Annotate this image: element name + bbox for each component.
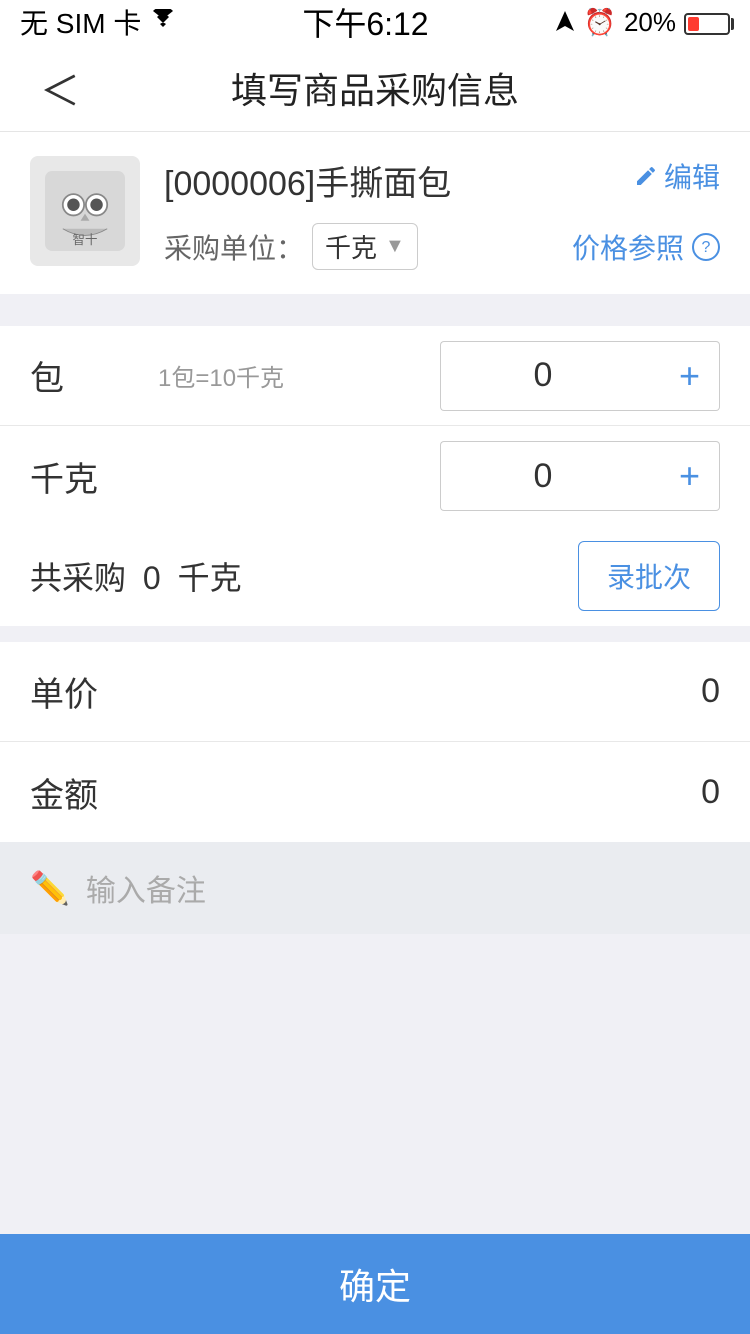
svg-text:智十: 智十	[73, 232, 98, 247]
unit-price-row: 单价 0	[0, 642, 750, 742]
product-name: [0000006]手撕面包	[164, 156, 451, 205]
battery-icon	[684, 7, 730, 38]
nav-bar: ＜ 填写商品采购信息	[0, 44, 750, 132]
product-info: [0000006]手撕面包 编辑 采购单位： 千克 ▼ 价格参照 ?	[164, 156, 720, 270]
remark-placeholder: 输入备注	[86, 866, 206, 910]
amount-value: 0	[701, 773, 720, 812]
dropdown-arrow-icon: ▼	[385, 235, 405, 258]
unit-selector[interactable]: 千克 ▼	[312, 223, 418, 270]
confirm-button[interactable]: 确定	[0, 1234, 750, 1334]
batch-button[interactable]: 录批次	[578, 541, 720, 611]
unit-value: 千克	[325, 228, 377, 265]
total-text: 共采购 0 千克	[30, 553, 578, 599]
kg-input-wrap: +	[440, 441, 720, 511]
unit-price-label: 单价	[30, 667, 98, 716]
unit-label: 采购单位：	[164, 227, 304, 267]
no-sim-text: 无 SIM 卡	[20, 2, 141, 42]
kg-input-row: 千克 +	[0, 426, 750, 526]
bao-input-section: 包 1包=10千克 + 千克 +	[0, 326, 750, 526]
price-section: 单价 0 金额 0	[0, 642, 750, 842]
section-divider-1	[0, 310, 750, 326]
amount-label: 金额	[30, 768, 98, 817]
status-bar-right: ⏰ 20%	[554, 7, 730, 38]
product-header: [0000006]手撕面包 编辑	[164, 156, 720, 205]
bao-plus-button[interactable]: +	[660, 341, 720, 411]
kg-label: 千克	[30, 452, 150, 501]
unit-price-value: 0	[701, 672, 720, 711]
product-image: 智十	[30, 156, 140, 266]
remark-section[interactable]: ✏️ 输入备注	[0, 842, 750, 934]
page-title: 填写商品采购信息	[231, 62, 519, 114]
status-bar: 无 SIM 卡 下午6:12 ⏰ 20%	[0, 0, 750, 44]
location-icon	[554, 7, 576, 38]
product-section: 智十 [0000006]手撕面包 编辑 采购单位： 千克 ▼	[0, 132, 750, 294]
product-unit-row: 采购单位： 千克 ▼ 价格参照 ?	[164, 223, 720, 270]
status-bar-left: 无 SIM 卡	[20, 2, 177, 42]
kg-input[interactable]	[440, 441, 660, 511]
battery-percent: 20%	[624, 7, 676, 38]
bao-sublabel: 1包=10千克	[158, 358, 440, 393]
amount-row: 金额 0	[0, 742, 750, 842]
section-divider-2	[0, 626, 750, 642]
svg-text:?: ?	[702, 239, 711, 256]
bao-input[interactable]	[440, 341, 660, 411]
wifi-icon	[149, 6, 177, 38]
product-logo: 智十	[45, 171, 125, 251]
total-batch-section: 共采购 0 千克 录批次	[0, 526, 750, 626]
content-area	[0, 934, 750, 1234]
bao-input-wrap: +	[440, 341, 720, 411]
price-reference-button[interactable]: 价格参照 ?	[572, 227, 720, 267]
bao-input-row: 包 1包=10千克 +	[0, 326, 750, 426]
status-bar-time: 下午6:12	[302, 0, 428, 45]
pencil-icon: ✏️	[30, 869, 70, 907]
alarm-icon: ⏰	[584, 7, 616, 38]
edit-button[interactable]: 编辑	[634, 156, 720, 196]
bao-label: 包	[30, 351, 150, 400]
kg-plus-button[interactable]: +	[660, 441, 720, 511]
back-button[interactable]: ＜	[30, 49, 90, 127]
